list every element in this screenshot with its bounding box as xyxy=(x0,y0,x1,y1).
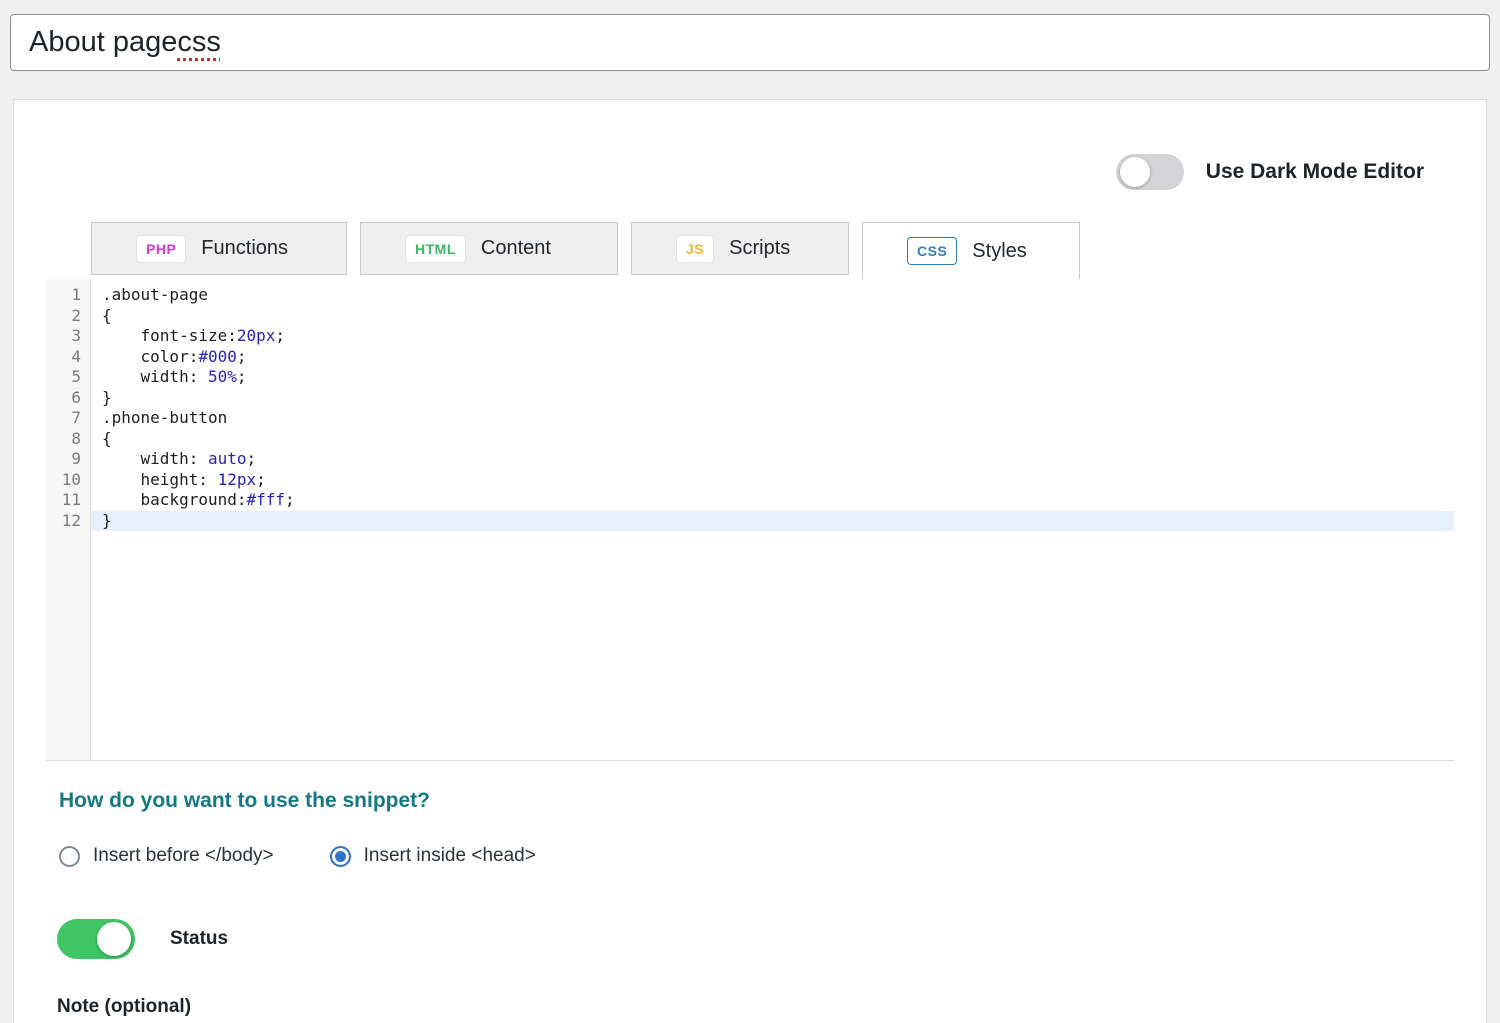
line-number: 10 xyxy=(46,470,81,491)
code-line[interactable]: width: 50%; xyxy=(91,367,1454,388)
code-line[interactable]: width: auto; xyxy=(91,449,1454,470)
code-line[interactable]: font-size:20px; xyxy=(91,326,1454,347)
code-line[interactable]: .phone-button xyxy=(91,408,1454,429)
code-line[interactable]: } xyxy=(91,388,1454,409)
line-number: 9 xyxy=(46,449,81,470)
line-number: 3 xyxy=(46,326,81,347)
line-number-gutter: 123456789101112 xyxy=(46,279,91,760)
line-number: 12 xyxy=(46,511,81,532)
dark-mode-toggle[interactable] xyxy=(1116,154,1184,190)
status-row: Status xyxy=(57,919,1486,959)
tab-label: Styles xyxy=(972,240,1026,263)
tab-label: Scripts xyxy=(729,237,790,260)
code-area[interactable]: .about-page{ font-size:20px; color:#000;… xyxy=(91,279,1454,760)
line-number: 7 xyxy=(46,408,81,429)
status-label: Status xyxy=(170,928,228,950)
line-number: 11 xyxy=(46,490,81,511)
tab-content[interactable]: HTML Content xyxy=(360,222,618,275)
note-label: Note (optional) xyxy=(57,996,1486,1018)
usage-heading: How do you want to use the snippet? xyxy=(59,789,1486,813)
toggle-knob xyxy=(97,922,131,956)
js-badge-icon: JS xyxy=(676,235,714,263)
tab-label: Functions xyxy=(201,237,288,260)
snippet-title-input[interactable]: About page css xyxy=(10,14,1490,71)
code-editor[interactable]: 123456789101112 .about-page{ font-size:2… xyxy=(46,279,1454,761)
code-line[interactable]: } xyxy=(91,511,1454,532)
code-line[interactable]: height: 12px; xyxy=(91,470,1454,491)
line-number: 5 xyxy=(46,367,81,388)
status-toggle[interactable] xyxy=(57,919,135,959)
line-number: 1 xyxy=(46,285,81,306)
html-badge-icon: HTML xyxy=(405,235,466,263)
line-number: 2 xyxy=(46,306,81,327)
line-number: 4 xyxy=(46,347,81,368)
code-type-tabs: PHP Functions HTML Content JS Scripts CS… xyxy=(91,222,1486,279)
tab-label: Content xyxy=(481,237,551,260)
line-number: 6 xyxy=(46,388,81,409)
tab-scripts[interactable]: JS Scripts xyxy=(631,222,849,275)
css-badge-icon: CSS xyxy=(907,237,957,265)
php-badge-icon: PHP xyxy=(136,235,186,263)
snippet-title-misspelled-word: css xyxy=(177,26,221,59)
radio-label: Insert before </body> xyxy=(93,845,274,867)
line-number: 8 xyxy=(46,429,81,450)
code-line[interactable]: .about-page xyxy=(91,285,1454,306)
toggle-knob xyxy=(1120,157,1150,187)
snippet-title-text: About page xyxy=(29,26,177,59)
tab-styles[interactable]: CSS Styles xyxy=(862,222,1080,279)
code-line[interactable]: color:#000; xyxy=(91,347,1454,368)
code-line[interactable]: background:#fff; xyxy=(91,490,1454,511)
insert-location-options: Insert before </body> Insert inside <hea… xyxy=(59,845,1486,867)
radio-insert-inside-head[interactable]: Insert inside <head> xyxy=(330,845,536,867)
code-line[interactable]: { xyxy=(91,429,1454,450)
radio-circle-icon xyxy=(330,846,351,867)
code-line[interactable]: { xyxy=(91,306,1454,327)
snippet-editor-panel: Use Dark Mode Editor PHP Functions HTML … xyxy=(13,99,1487,1023)
radio-circle-icon xyxy=(59,846,80,867)
dark-mode-row: Use Dark Mode Editor xyxy=(14,100,1486,190)
radio-label: Insert inside <head> xyxy=(364,845,536,867)
radio-insert-before-body[interactable]: Insert before </body> xyxy=(59,845,274,867)
tab-functions[interactable]: PHP Functions xyxy=(91,222,347,275)
dark-mode-label: Use Dark Mode Editor xyxy=(1206,160,1424,184)
